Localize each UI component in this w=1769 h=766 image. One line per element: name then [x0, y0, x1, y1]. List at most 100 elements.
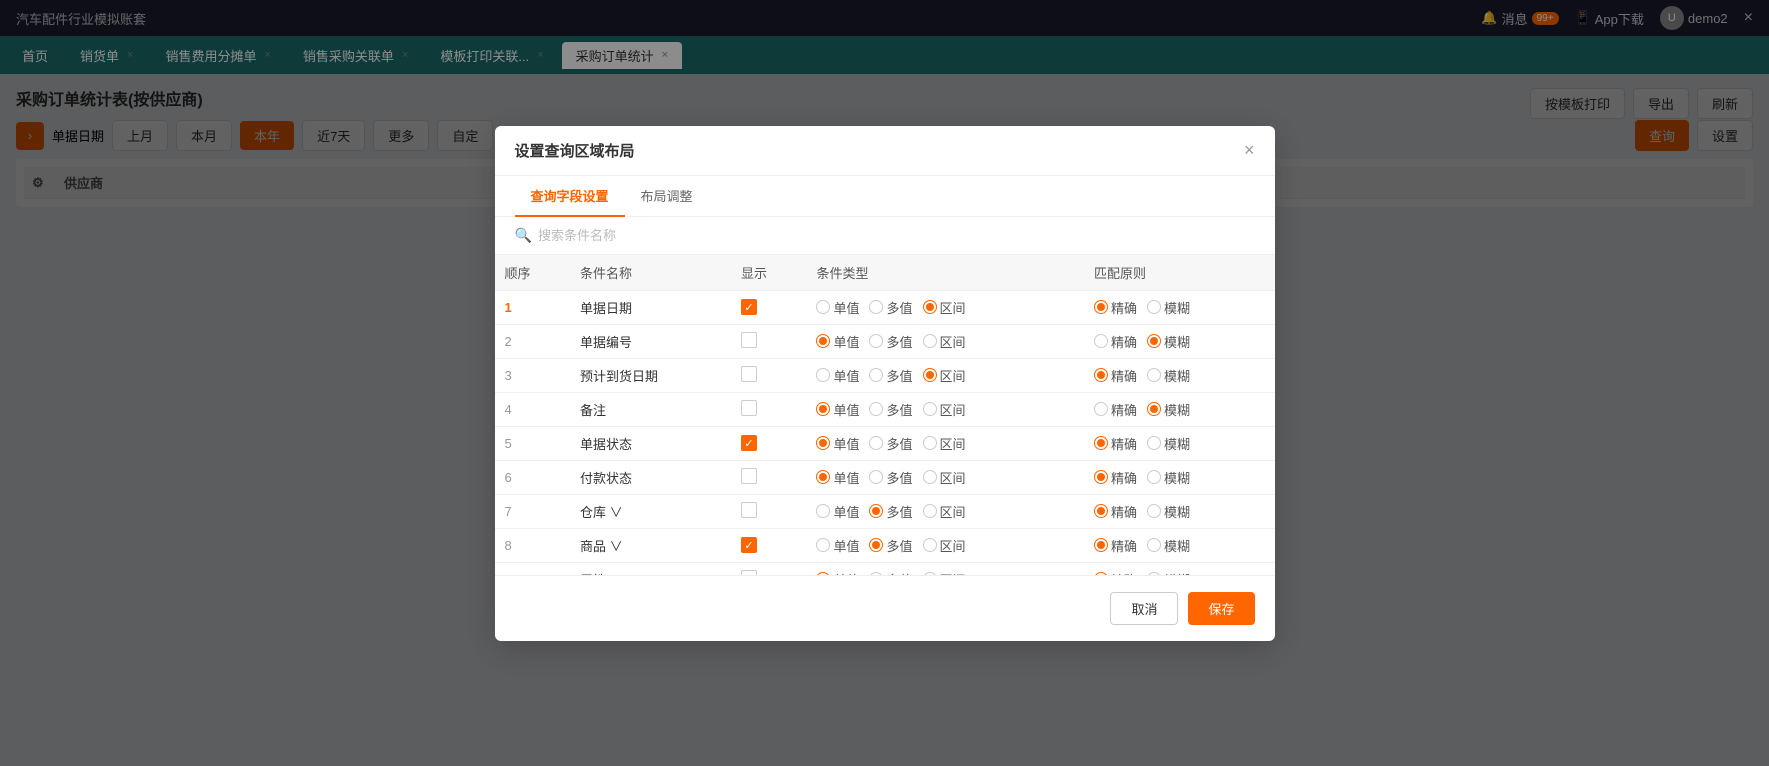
row-display-checkbox[interactable]: ✓ — [741, 435, 757, 451]
radio-label: 模糊 — [1164, 298, 1190, 317]
row-match-cell: 精确模糊 — [1084, 494, 1275, 528]
type-radio-item[interactable]: 单值 — [816, 332, 859, 351]
radio-circle-icon — [816, 300, 830, 314]
match-radio-item[interactable]: 模糊 — [1147, 298, 1190, 317]
type-radio-item[interactable]: 区间 — [923, 298, 966, 317]
type-radio-item[interactable]: 多值 — [869, 434, 912, 453]
match-radio-group: 精确模糊 — [1094, 536, 1265, 555]
col-show: 显示 — [731, 255, 807, 291]
col-seq: 顺序 — [495, 255, 571, 291]
row-seq: 1 — [495, 290, 571, 324]
settings-dialog: 设置查询区域布局 × 查询字段设置 布局调整 🔍 顺序 条件名称 显示 条件类型 — [495, 126, 1275, 641]
type-radio-item[interactable]: 单值 — [816, 298, 859, 317]
type-radio-item[interactable]: 单值 — [816, 536, 859, 555]
save-button[interactable]: 保存 — [1188, 592, 1254, 625]
match-radio-item[interactable]: 精确 — [1094, 502, 1137, 521]
row-display-checkbox[interactable] — [741, 332, 757, 348]
radio-circle-icon — [816, 368, 830, 382]
row-type-cell: 单值 多值 区间 — [806, 324, 1084, 358]
match-radio-item[interactable]: 精确 — [1094, 400, 1137, 419]
dialog-header: 设置查询区域布局 × — [495, 126, 1275, 176]
type-radio-item[interactable]: 多值 — [869, 502, 912, 521]
radio-label: 多值 — [886, 400, 912, 419]
type-radio-item[interactable]: 多值 — [869, 536, 912, 555]
radio-circle-icon — [1094, 334, 1108, 348]
row-display-checkbox[interactable] — [741, 502, 757, 518]
row-display-checkbox[interactable]: ✓ — [741, 299, 757, 315]
row-name: 单据状态 — [570, 426, 731, 460]
row-seq: 6 — [495, 460, 571, 494]
type-radio-item[interactable]: 多值 — [869, 400, 912, 419]
match-radio-item[interactable]: 精确 — [1094, 434, 1137, 453]
type-radio-group: 单值多值区间 — [816, 298, 1074, 317]
row-name: 备注 — [570, 392, 731, 426]
row-type-cell: 单值多值区间 — [806, 528, 1084, 562]
table-row: 1单据日期✓单值多值区间精确模糊 — [495, 290, 1275, 324]
dialog-close-button[interactable]: × — [1244, 141, 1255, 159]
radio-circle-icon — [923, 402, 937, 416]
match-radio-item[interactable]: 模糊 — [1147, 366, 1190, 385]
row-checkbox-cell — [731, 494, 807, 528]
row-seq: 8 — [495, 528, 571, 562]
type-radio-item[interactable]: 区间 — [923, 366, 966, 385]
search-input[interactable] — [538, 228, 738, 243]
row-display-checkbox[interactable] — [741, 400, 757, 416]
radio-label: 单值 — [833, 298, 859, 317]
radio-circle-icon — [1147, 470, 1161, 484]
type-radio-item[interactable]: 区间 — [923, 468, 966, 487]
match-radio-item[interactable]: 模糊 — [1147, 468, 1190, 487]
type-radio-item[interactable]: 单值 — [816, 468, 859, 487]
match-radio-item[interactable]: 模糊 — [1147, 434, 1190, 453]
type-radio-item[interactable]: 区间 — [923, 536, 966, 555]
match-radio-item[interactable]: 模糊 — [1147, 536, 1190, 555]
match-radio-item[interactable]: 精确 — [1094, 536, 1137, 555]
radio-circle-icon — [1094, 300, 1108, 314]
match-radio-item[interactable]: 模糊 — [1147, 332, 1190, 351]
type-radio-item[interactable]: 多值 — [869, 298, 912, 317]
radio-label: 单值 — [833, 434, 859, 453]
radio-label: 多值 — [886, 332, 912, 351]
field-table-head: 顺序 条件名称 显示 条件类型 匹配原则 — [495, 255, 1275, 291]
type-radio-item[interactable]: 单值 — [816, 434, 859, 453]
type-radio-group: 单值 多值 区间 — [816, 332, 1074, 351]
radio-circle-icon — [1094, 504, 1108, 518]
type-radio-item[interactable]: 区间 — [923, 332, 966, 351]
row-display-checkbox[interactable] — [741, 468, 757, 484]
cancel-button[interactable]: 取消 — [1110, 592, 1178, 625]
type-radio-item[interactable]: 单值 — [816, 502, 859, 521]
match-radio-item[interactable]: 精确 — [1094, 298, 1137, 317]
match-radio-item[interactable]: 精确 — [1094, 366, 1137, 385]
search-box: 🔍 — [495, 217, 1275, 255]
match-radio-item[interactable]: 精确 — [1094, 468, 1137, 487]
type-radio-item[interactable]: 区间 — [923, 400, 966, 419]
dialog-title: 设置查询区域布局 — [515, 140, 635, 161]
type-radio-item[interactable]: 区间 — [923, 502, 966, 521]
type-radio-item[interactable]: 多值 — [869, 332, 912, 351]
row-display-checkbox[interactable]: ✓ — [741, 537, 757, 553]
radio-label: 区间 — [940, 332, 966, 351]
row-type-cell: 单值多值区间 — [806, 460, 1084, 494]
type-radio-item[interactable]: 多值 — [869, 468, 912, 487]
tab-layout-adjust[interactable]: 布局调整 — [625, 176, 709, 217]
type-radio-item[interactable]: 区间 — [923, 434, 966, 453]
match-radio-item[interactable]: 模糊 — [1147, 502, 1190, 521]
radio-circle-icon — [869, 538, 883, 552]
table-row: 4备注单值多值区间精确模糊 — [495, 392, 1275, 426]
table-row: 8商品 ∨✓单值多值区间精确模糊 — [495, 528, 1275, 562]
match-radio-group: 精确模糊 — [1094, 468, 1265, 487]
radio-label: 精确 — [1111, 536, 1137, 555]
row-display-checkbox[interactable] — [741, 366, 757, 382]
type-radio-item[interactable]: 多值 — [869, 366, 912, 385]
radio-label: 单值 — [833, 332, 859, 351]
radio-label: 单值 — [833, 536, 859, 555]
radio-circle-icon — [869, 504, 883, 518]
radio-circle-icon — [816, 538, 830, 552]
type-radio-item[interactable]: 单值 — [816, 400, 859, 419]
type-radio-item[interactable]: 单值 — [816, 366, 859, 385]
tab-query-fields[interactable]: 查询字段设置 — [515, 176, 625, 217]
match-radio-item[interactable]: 精确 — [1094, 332, 1137, 351]
row-seq: 3 — [495, 358, 571, 392]
match-radio-item[interactable]: 模糊 — [1147, 400, 1190, 419]
row-checkbox-cell — [731, 562, 807, 575]
row-type-cell: 单值多值区间 — [806, 494, 1084, 528]
